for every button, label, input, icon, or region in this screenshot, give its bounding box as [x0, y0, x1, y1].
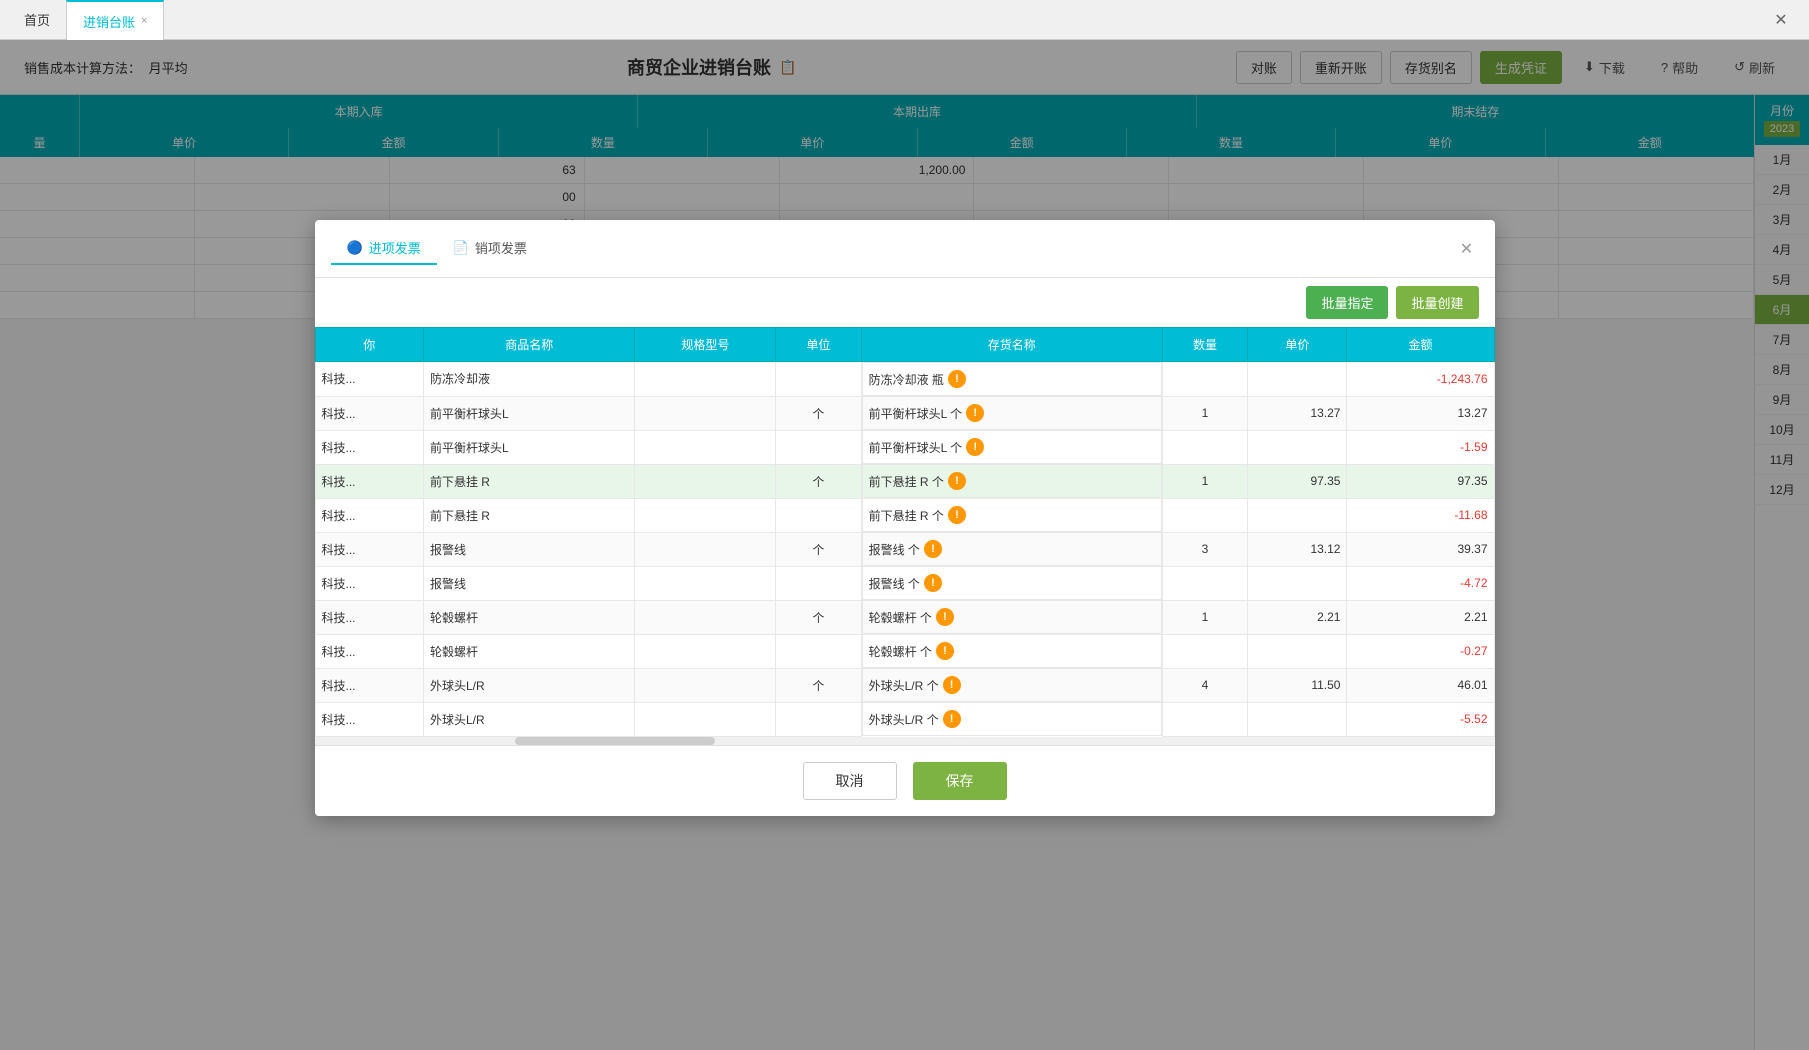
- save-button[interactable]: 保存: [913, 762, 1007, 800]
- table-row: 科技...轮毂螺杆轮毂螺杆 个!-0.27: [315, 634, 1494, 668]
- th-inventory: 存货名称: [861, 328, 1162, 362]
- tab-home[interactable]: 首页: [8, 0, 66, 40]
- warning-icon[interactable]: !: [936, 608, 954, 626]
- tab-bar: 首页 进销台账 × ✕: [0, 0, 1809, 40]
- table-row: 科技...前平衡杆球头L个前平衡杆球头L 个!113.2713.27: [315, 396, 1494, 430]
- warning-icon[interactable]: !: [943, 676, 961, 694]
- invoice-table: 你 商品名称 规格型号 单位 存货名称 数量 单价 金额 科技...防冻冷却液防…: [315, 327, 1495, 737]
- th-spec: 规格型号: [635, 328, 776, 362]
- th-price: 单价: [1248, 328, 1347, 362]
- th-qty: 数量: [1162, 328, 1247, 362]
- table-row: 科技...外球头L/R个外球头L/R 个!411.5046.01: [315, 668, 1494, 702]
- table-row: 科技...防冻冷却液防冻冷却液 瓶!-1,243.76: [315, 362, 1494, 397]
- warning-icon[interactable]: !: [948, 506, 966, 524]
- tab-invoice-in[interactable]: 🔵 进项发票: [331, 232, 437, 265]
- warning-icon[interactable]: !: [966, 404, 984, 422]
- invoice-table-body: 科技...防冻冷却液防冻冷却液 瓶!-1,243.76科技...前平衡杆球头L个…: [315, 362, 1494, 737]
- warning-icon[interactable]: !: [966, 438, 984, 456]
- warning-icon[interactable]: !: [924, 574, 942, 592]
- th-amount: 金额: [1347, 328, 1494, 362]
- tab-ledger[interactable]: 进销台账 ×: [66, 0, 164, 40]
- horizontal-scrollbar[interactable]: [315, 737, 1495, 745]
- warning-icon[interactable]: !: [948, 472, 966, 490]
- th-company: 你: [315, 328, 423, 362]
- warning-icon[interactable]: !: [943, 710, 961, 728]
- batch-assign-button[interactable]: 批量指定: [1306, 286, 1388, 319]
- tab-close-icon[interactable]: ×: [141, 15, 147, 27]
- tab-invoice-out[interactable]: 📄 销项发票: [437, 232, 543, 265]
- dialog-header: 🔵 进项发票 📄 销项发票 ✕: [315, 220, 1495, 278]
- batch-create-button[interactable]: 批量创建: [1396, 286, 1478, 319]
- dialog-tabs: 🔵 进项发票 📄 销项发票: [331, 232, 1455, 265]
- invoice-dialog: 🔵 进项发票 📄 销项发票 ✕ 批量指定 批量创建 你 商品名称: [315, 220, 1495, 816]
- warning-icon[interactable]: !: [948, 370, 966, 388]
- table-row: 科技...外球头L/R外球头L/R 个!-5.52: [315, 702, 1494, 736]
- cancel-button[interactable]: 取消: [803, 762, 897, 800]
- invoice-in-icon: 🔵: [347, 240, 363, 256]
- invoice-out-icon: 📄: [453, 240, 469, 256]
- dialog-footer: 取消 保存: [315, 745, 1495, 816]
- warning-icon[interactable]: !: [924, 540, 942, 558]
- window-close-button[interactable]: ✕: [1761, 0, 1801, 40]
- th-product: 商品名称: [423, 328, 635, 362]
- scrollbar-thumb[interactable]: [515, 737, 715, 745]
- invoice-table-container[interactable]: 你 商品名称 规格型号 单位 存货名称 数量 单价 金额 科技...防冻冷却液防…: [315, 327, 1495, 737]
- table-row: 科技...前平衡杆球头L前平衡杆球头L 个!-1.59: [315, 430, 1494, 464]
- table-row: 科技...前下悬挂 R前下悬挂 R 个!-11.68: [315, 498, 1494, 532]
- main-content: 销售成本计算方法： 月平均 商贸企业进销台账 📋 对账 重新开账 存货别名 生成…: [0, 40, 1809, 1050]
- dialog-toolbar: 批量指定 批量创建: [315, 278, 1495, 327]
- table-header-row: 你 商品名称 规格型号 单位 存货名称 数量 单价 金额: [315, 328, 1494, 362]
- table-row: 科技...报警线报警线 个!-4.72: [315, 566, 1494, 600]
- table-row: 科技...轮毂螺杆个轮毂螺杆 个!12.212.21: [315, 600, 1494, 634]
- th-unit: 单位: [776, 328, 861, 362]
- dialog-close-button[interactable]: ✕: [1455, 237, 1479, 261]
- table-row: 科技...报警线个报警线 个!313.1239.37: [315, 532, 1494, 566]
- table-row: 科技...前下悬挂 R个前下悬挂 R 个!197.3597.35: [315, 464, 1494, 498]
- warning-icon[interactable]: !: [936, 642, 954, 660]
